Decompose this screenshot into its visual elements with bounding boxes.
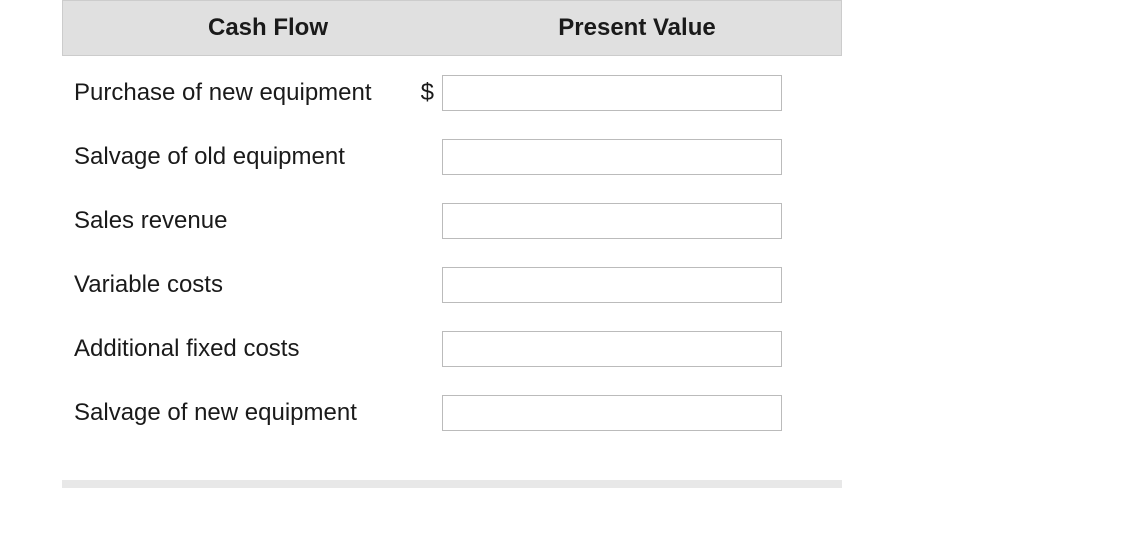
table-header-row: Cash Flow Present Value xyxy=(62,0,842,56)
present-value-input-salvage-new[interactable] xyxy=(442,395,782,431)
input-cell xyxy=(442,75,842,111)
cash-flow-table: Cash Flow Present Value Purchase of new … xyxy=(62,0,842,488)
currency-symbol: $ xyxy=(402,79,442,107)
present-value-input-additional-fixed-costs[interactable] xyxy=(442,331,782,367)
header-cash-flow: Cash Flow xyxy=(63,14,433,42)
row-label: Purchase of new equipment xyxy=(62,79,402,107)
table-row: Additional fixed costs xyxy=(62,312,842,376)
input-cell xyxy=(442,139,842,175)
present-value-input-sales-revenue[interactable] xyxy=(442,203,782,239)
table-row: Salvage of old equipment xyxy=(62,120,842,184)
present-value-input-variable-costs[interactable] xyxy=(442,267,782,303)
present-value-input-salvage-old[interactable] xyxy=(442,139,782,175)
row-label: Variable costs xyxy=(62,271,402,299)
table-row: Variable costs xyxy=(62,248,842,312)
input-cell xyxy=(442,331,842,367)
input-cell xyxy=(442,267,842,303)
input-cell xyxy=(442,395,842,431)
header-present-value: Present Value xyxy=(433,14,841,42)
footer-divider xyxy=(62,480,842,488)
table-row: Sales revenue xyxy=(62,184,842,248)
table-row: Salvage of new equipment xyxy=(62,376,842,440)
table-row: Purchase of new equipment $ xyxy=(62,56,842,120)
row-label: Salvage of new equipment xyxy=(62,399,402,427)
row-label: Sales revenue xyxy=(62,207,402,235)
input-cell xyxy=(442,203,842,239)
row-label: Additional fixed costs xyxy=(62,335,402,363)
row-label: Salvage of old equipment xyxy=(62,143,402,171)
present-value-input-purchase[interactable] xyxy=(442,75,782,111)
